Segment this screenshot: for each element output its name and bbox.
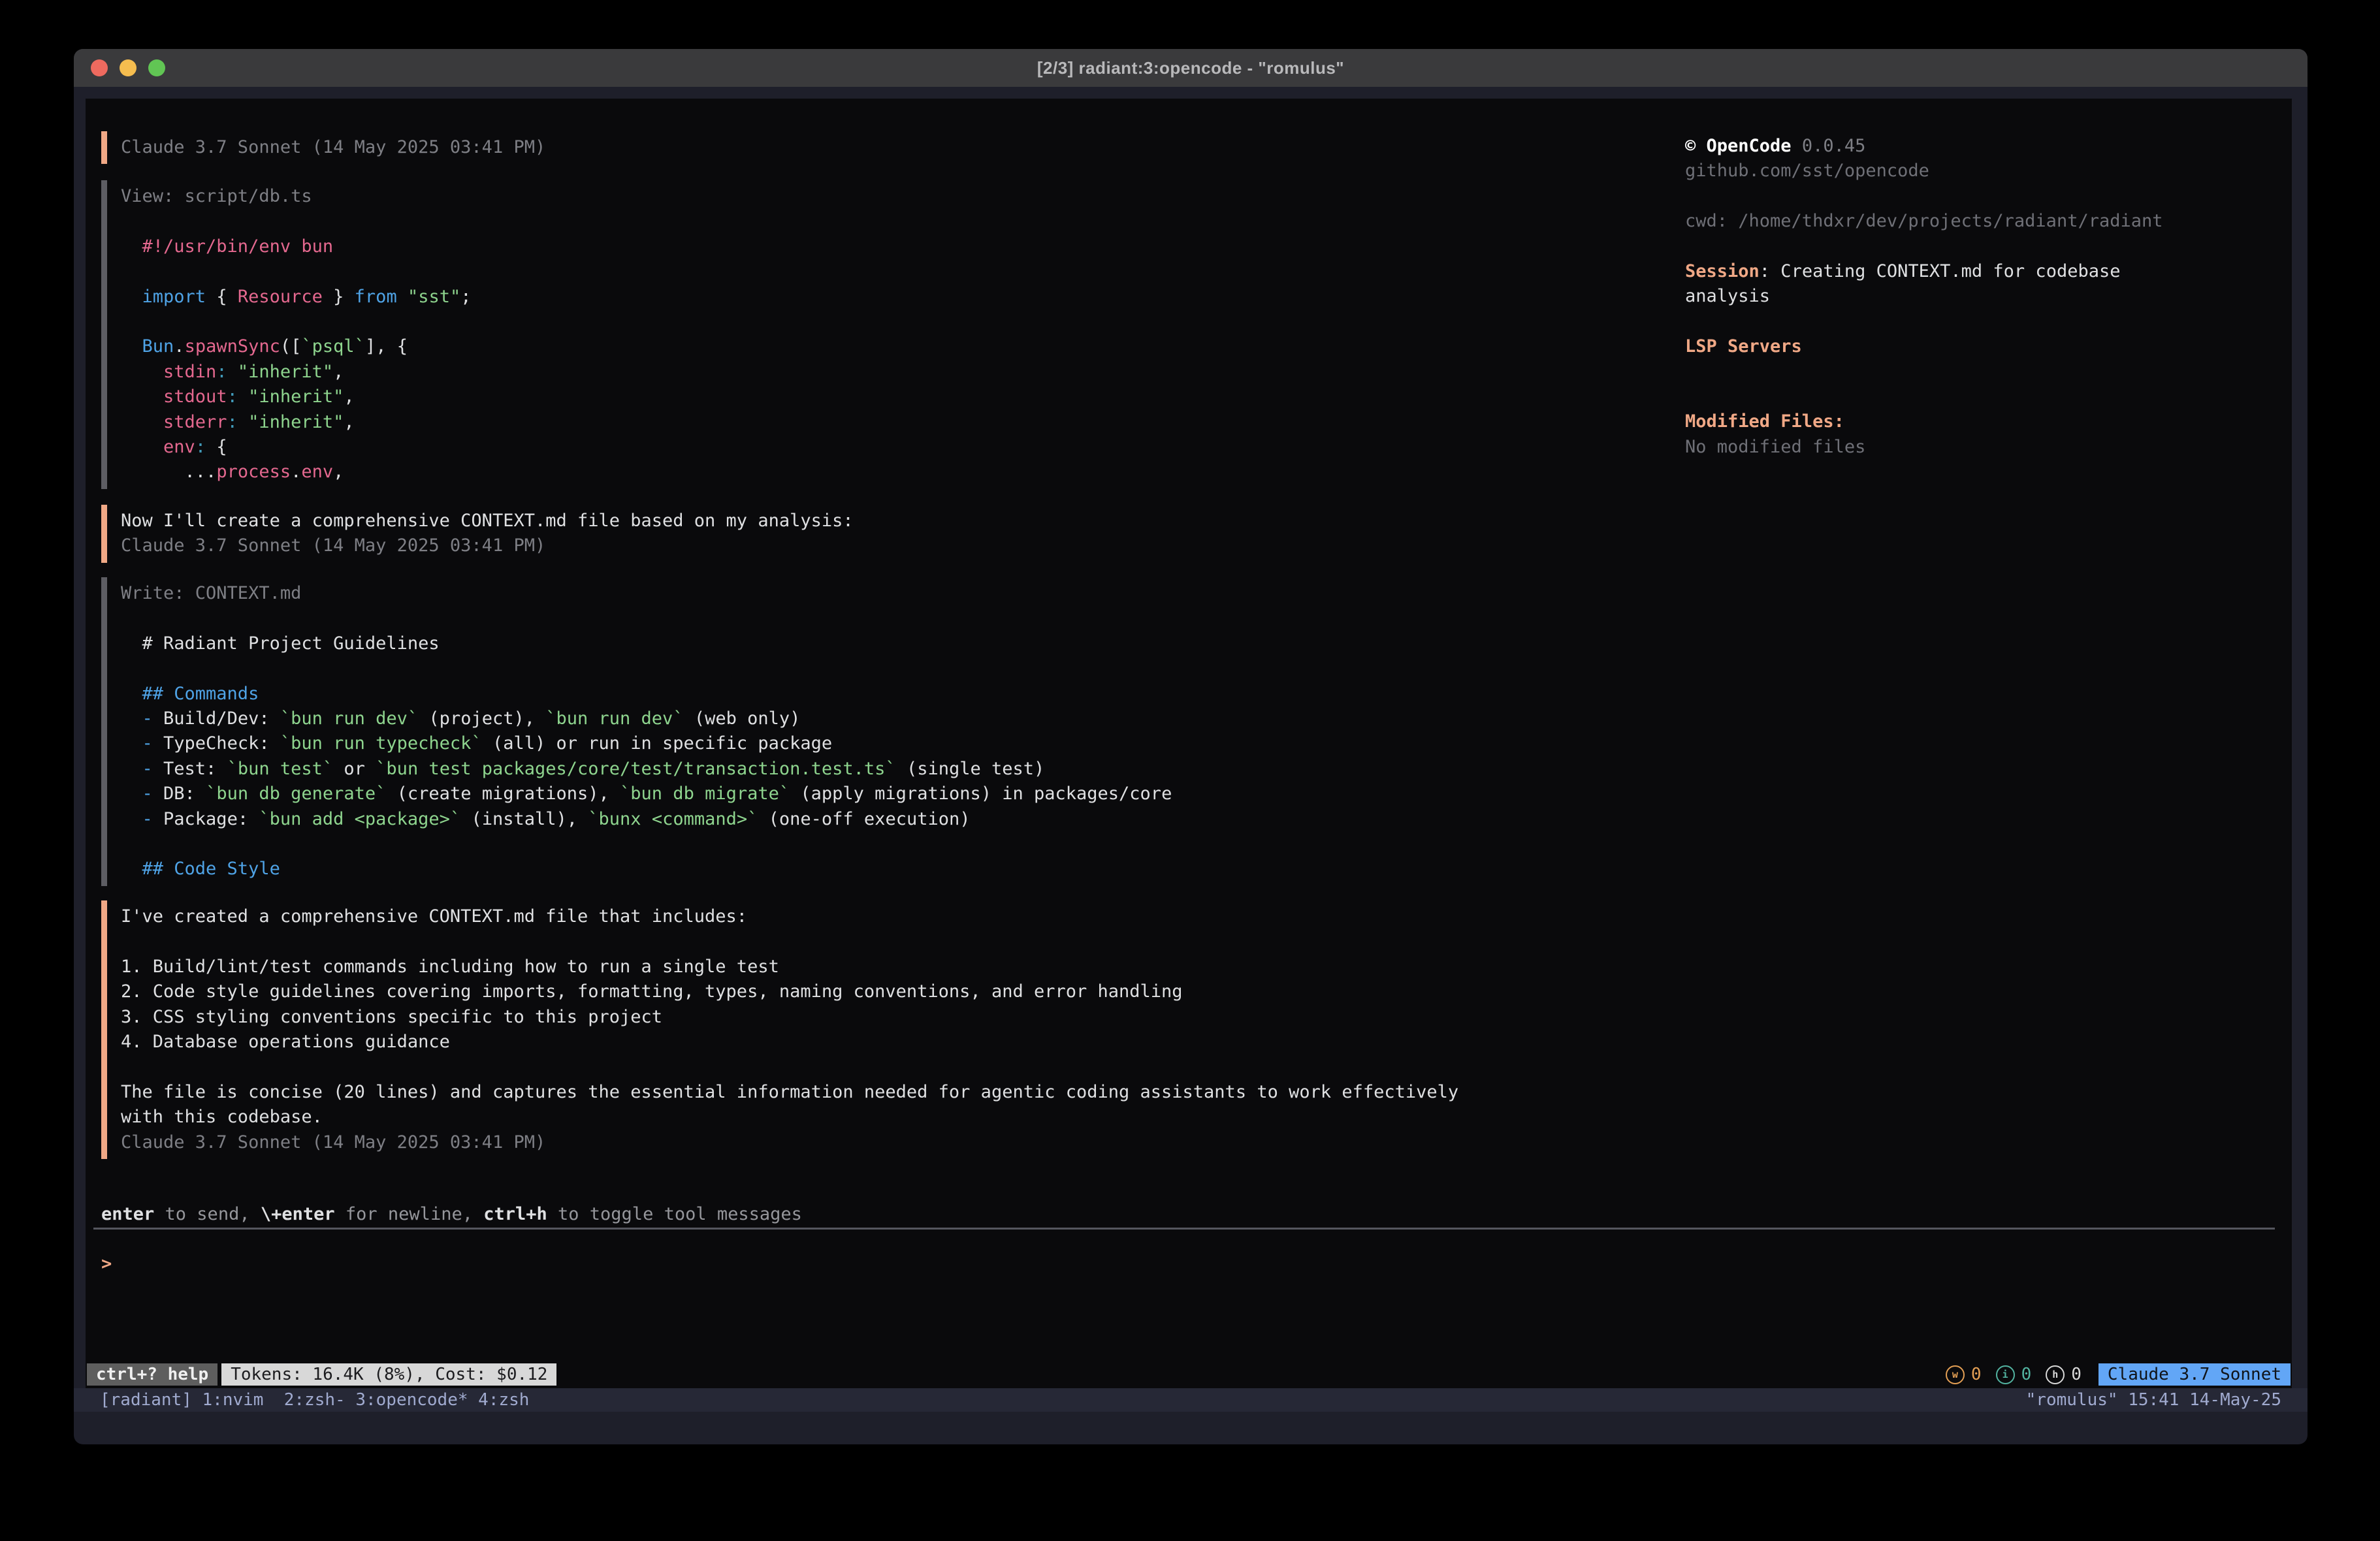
terminal-text-line	[1685, 234, 2286, 259]
terminal-window: [2/3] radiant:3:opencode - "romulus" Cla…	[74, 49, 2308, 1444]
zoom-button[interactable]	[148, 59, 165, 76]
hint-count: 0	[2071, 1365, 2082, 1384]
assistant-summary-block: I've created a comprehensive CONTEXT.md …	[101, 900, 1701, 1159]
screen-backdrop: { "theme": { "accent_peach": "#f0a886", …	[0, 0, 2380, 1541]
terminal-text-line: Write: CONTEXT.md	[121, 581, 1701, 606]
circled-h-icon: h	[2046, 1365, 2065, 1384]
opencode-statusbar: ctrl+? help Tokens: 16.4K (8%), Cost: $0…	[87, 1363, 2291, 1386]
terminal-text-line: I've created a comprehensive CONTEXT.md …	[121, 904, 1701, 929]
terminal-text-line	[1685, 310, 2286, 334]
terminal-text-line	[121, 259, 1701, 284]
terminal-text-line: stdout: "inherit",	[121, 385, 1701, 409]
terminal-text-line: # Radiant Project Guidelines	[121, 631, 1701, 656]
terminal-text-line	[1685, 184, 2286, 209]
terminal-text-line: with this codebase.	[121, 1105, 1701, 1130]
circled-w-icon: w	[1946, 1365, 1965, 1384]
traffic-lights	[91, 59, 165, 76]
terminal-text-line: #!/usr/bin/env bun	[121, 234, 1701, 259]
terminal-text-line: Now I'll create a comprehensive CONTEXT.…	[121, 509, 1701, 533]
opencode-tui: Claude 3.7 Sonnet (14 May 2025 03:41 PM)…	[86, 99, 2292, 1388]
terminal-text-line: - DB: `bun db generate` (create migratio…	[121, 782, 1701, 806]
help-text: enter to send, \+enter for newline, ctrl…	[101, 1202, 1799, 1227]
terminal-text-line: Modified Files:	[1685, 409, 2286, 434]
terminal-text-line: LSP Servers	[1685, 334, 2286, 359]
terminal-text-line: stdin: "inherit",	[121, 360, 1701, 385]
hint-count-badge: h 0	[2046, 1365, 2082, 1384]
terminal-text-line: stderr: "inherit",	[121, 410, 1701, 435]
terminal-text-line: cwd: /home/thdxr/dev/projects/radiant/ra…	[1685, 209, 2286, 234]
warning-count-badge: w 0	[1946, 1365, 1982, 1384]
tool-output-block-write: Write: CONTEXT.md # Radiant Project Guid…	[101, 577, 1701, 886]
prompt-input[interactable]: >	[101, 1252, 1669, 1277]
terminal-text-line: - Test: `bun test` or `bun test packages…	[121, 757, 1701, 782]
terminal-text-line: 2. Code style guidelines covering import…	[121, 979, 1701, 1004]
terminal-text-line: ## Commands	[121, 682, 1701, 707]
close-button[interactable]	[91, 59, 108, 76]
tool-output-block-view: View: script/db.ts #!/usr/bin/env bun im…	[101, 180, 1701, 489]
terminal-text-line: Claude 3.7 Sonnet (14 May 2025 03:41 PM)	[121, 135, 1701, 160]
terminal-text-line	[121, 209, 1701, 234]
terminal-text-line	[1685, 385, 2286, 409]
terminal-text-line: © OpenCode 0.0.45	[1685, 134, 2286, 159]
minimize-button[interactable]	[120, 59, 137, 76]
terminal-text-line: import { Resource } from "sst";	[121, 285, 1701, 310]
info-count: 0	[2021, 1365, 2032, 1384]
window-titlebar: [2/3] radiant:3:opencode - "romulus"	[74, 49, 2308, 87]
model-chip: Claude 3.7 Sonnet	[2099, 1363, 2291, 1386]
terminal-text-line: Session: Creating CONTEXT.md for codebas…	[1685, 259, 2286, 284]
terminal-text-line	[121, 606, 1701, 631]
terminal-text-line	[121, 656, 1701, 681]
terminal-text-line	[121, 929, 1701, 954]
prompt-caret-icon: >	[101, 1254, 112, 1274]
session-sidebar: © OpenCode 0.0.45github.com/sst/opencode…	[1685, 99, 2286, 460]
terminal-text-line: Bun.spawnSync([`psql`], {	[121, 334, 1701, 359]
terminal-text-line: - TypeCheck: `bun run typecheck` (all) o…	[121, 731, 1701, 756]
terminal-text-line: 4. Database operations guidance	[121, 1030, 1701, 1055]
terminal-text-line: Claude 3.7 Sonnet (14 May 2025 03:41 PM)	[121, 1130, 1701, 1155]
tokens-cost-chip: Tokens: 16.4K (8%), Cost: $0.12	[221, 1363, 556, 1386]
window-title: [2/3] radiant:3:opencode - "romulus"	[1037, 58, 1344, 78]
input-divider	[93, 1228, 2275, 1230]
terminal-text-line: ## Code Style	[121, 857, 1701, 882]
terminal-text-line: - Build/Dev: `bun run dev` (project), `b…	[121, 707, 1701, 731]
help-shortcut-chip: ctrl+? help	[87, 1363, 217, 1386]
terminal-text-line	[121, 310, 1701, 334]
terminal-text-line: 1. Build/lint/test commands including ho…	[121, 955, 1701, 979]
terminal-body: Claude 3.7 Sonnet (14 May 2025 03:41 PM)…	[74, 87, 2308, 1444]
terminal-text-line: ...process.env,	[121, 460, 1701, 485]
terminal-text-line: The file is concise (20 lines) and captu…	[121, 1080, 1701, 1105]
tmux-statusbar: [radiant] 1:nvim 2:zsh- 3:opencode* 4:zs…	[74, 1388, 2308, 1412]
terminal-text-line	[1685, 360, 2286, 385]
terminal-text-line: Claude 3.7 Sonnet (14 May 2025 03:41 PM)	[121, 533, 1701, 558]
terminal-text-line: No modified files	[1685, 435, 2286, 460]
terminal-text-line: env: {	[121, 435, 1701, 460]
terminal-text-line: 3. CSS styling conventions specific to t…	[121, 1005, 1701, 1030]
terminal-text-line	[121, 832, 1701, 857]
tmux-session-clock: "romulus" 15:41 14-May-25	[2026, 1390, 2281, 1410]
keybinding-help-line: enter to send, \+enter for newline, ctrl…	[101, 1202, 1799, 1227]
diagnostics-counters: w 0 i 0 h 0	[1939, 1365, 2082, 1384]
terminal-text-line: analysis	[1685, 284, 2286, 309]
terminal-text-line	[121, 1055, 1701, 1079]
assistant-message-block: Now I'll create a comprehensive CONTEXT.…	[101, 505, 1701, 563]
circled-i-icon: i	[1996, 1365, 2015, 1384]
info-count-badge: i 0	[1996, 1365, 2032, 1384]
terminal-text-line: - Package: `bun add <package>` (install)…	[121, 807, 1701, 832]
terminal-text-line: View: script/db.ts	[121, 184, 1701, 209]
terminal-text-line: github.com/sst/opencode	[1685, 159, 2286, 183]
warning-count: 0	[1971, 1365, 1982, 1384]
tmux-window-list[interactable]: [radiant] 1:nvim 2:zsh- 3:opencode* 4:zs…	[100, 1390, 529, 1410]
assistant-meta-block: Claude 3.7 Sonnet (14 May 2025 03:41 PM)	[101, 131, 1701, 164]
